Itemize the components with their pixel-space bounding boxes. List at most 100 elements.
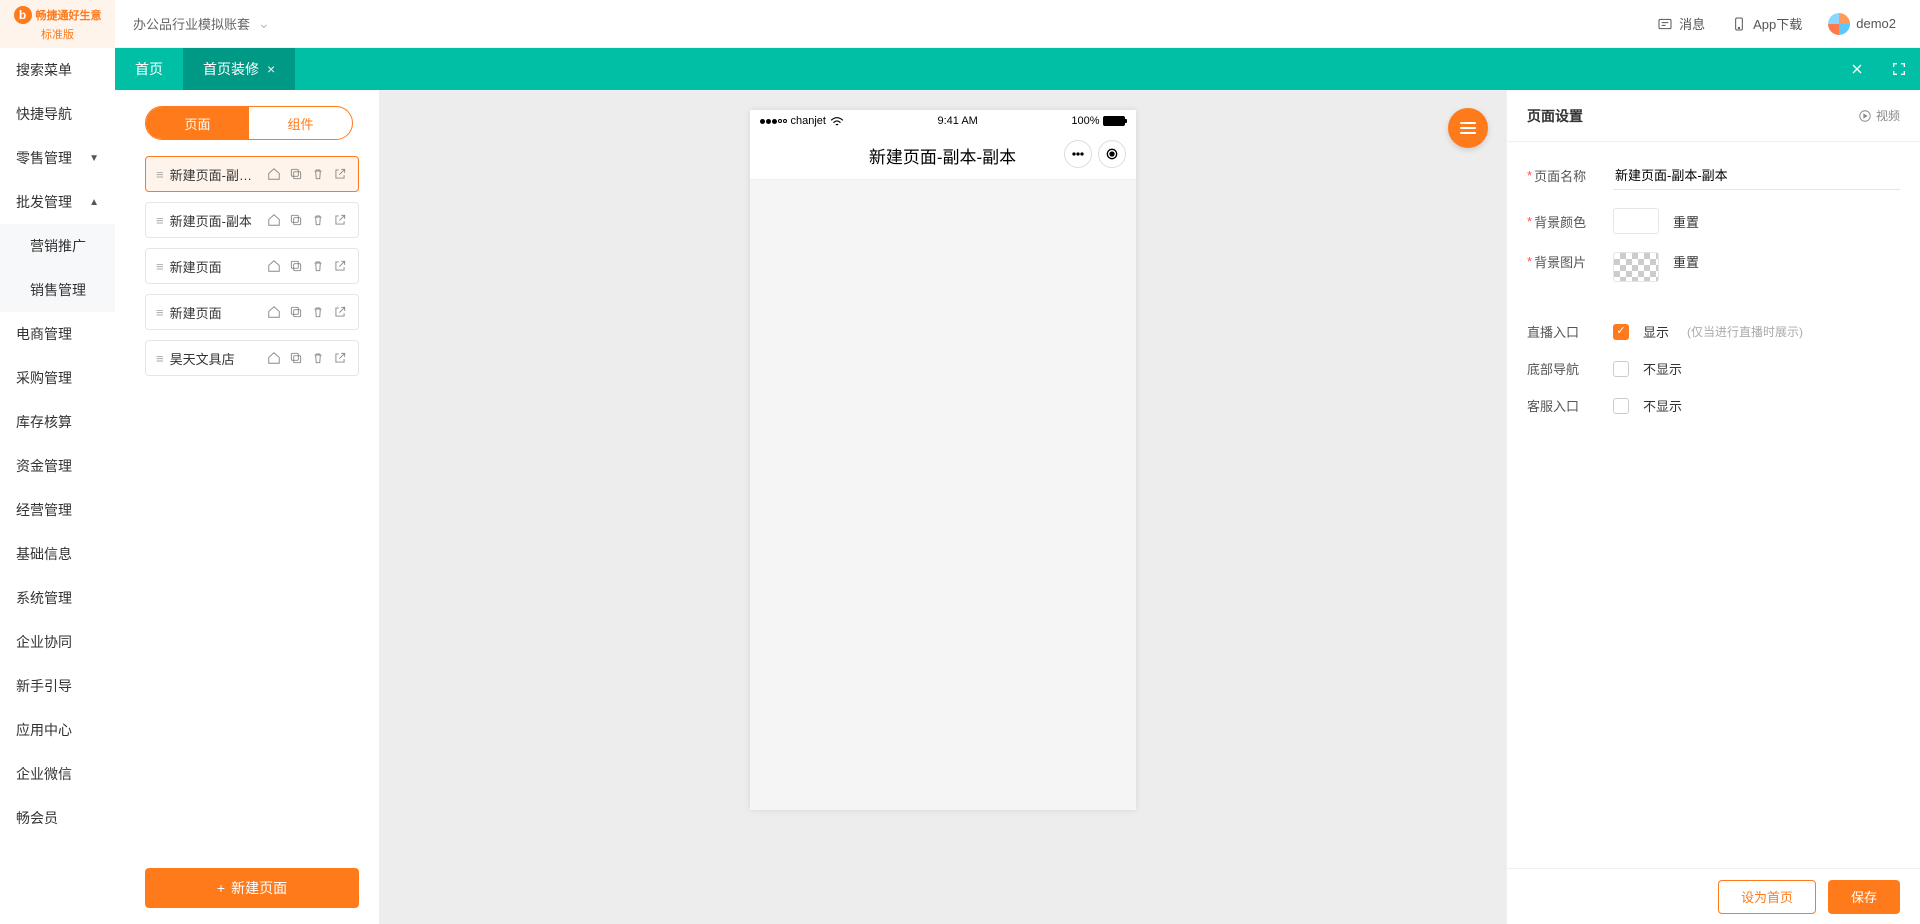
service-cb-label: 不显示 [1643, 396, 1682, 415]
phone-body[interactable] [750, 180, 1136, 810]
tab-home[interactable]: 首页 [115, 48, 183, 90]
sidebar-item-ecommerce[interactable]: 电商管理 [0, 312, 115, 356]
logo-mark: b [14, 6, 32, 24]
delete-icon[interactable] [310, 258, 326, 274]
live-cb-label: 显示 [1643, 322, 1669, 341]
home-icon[interactable] [266, 212, 282, 228]
sidebar-item-quicknav[interactable]: 快捷导航 [0, 92, 115, 136]
page-item[interactable]: ≡ 新建页面-副本 [145, 202, 359, 238]
page-item[interactable]: ≡ 新建页面 [145, 248, 359, 284]
drag-handle-icon[interactable]: ≡ [156, 167, 162, 182]
wifi-icon [830, 116, 844, 127]
app-download-link[interactable]: App下载 [1731, 14, 1802, 33]
field-label-service: 客服入口 [1527, 396, 1599, 415]
page-name-input[interactable] [1613, 160, 1900, 190]
share-icon[interactable] [332, 304, 348, 320]
sidebar-item-collab[interactable]: 企业协同 [0, 620, 115, 664]
video-label: 视频 [1876, 107, 1900, 124]
delete-icon[interactable] [310, 166, 326, 182]
battery-icon [1103, 116, 1125, 126]
floating-menu-button[interactable] [1448, 108, 1488, 148]
sidebar-item-member[interactable]: 畅会员 [0, 796, 115, 840]
sidebar-item-guide[interactable]: 新手引导 [0, 664, 115, 708]
sidebar-item-inventory[interactable]: 库存核算 [0, 400, 115, 444]
segment-component[interactable]: 组件 [249, 107, 352, 139]
copy-icon[interactable] [288, 212, 304, 228]
account-name: 办公品行业模拟账套 [133, 14, 250, 33]
bgcolor-reset[interactable]: 重置 [1673, 212, 1699, 231]
video-link[interactable]: 视频 [1858, 107, 1900, 124]
home-icon[interactable] [266, 258, 282, 274]
segment-page[interactable]: 页面 [146, 107, 249, 139]
close-icon[interactable]: × [267, 61, 275, 77]
home-icon[interactable] [266, 166, 282, 182]
logo-edition: 标准版 [41, 26, 74, 42]
sidebar-item-basic[interactable]: 基础信息 [0, 532, 115, 576]
share-icon[interactable] [332, 166, 348, 182]
sidebar-item-operation[interactable]: 经营管理 [0, 488, 115, 532]
delete-icon[interactable] [310, 304, 326, 320]
copy-icon[interactable] [288, 258, 304, 274]
bgimg-reset[interactable]: 重置 [1673, 252, 1699, 271]
logo[interactable]: b 畅捷通好生意 标准版 [0, 0, 115, 48]
page-item[interactable]: ≡ 新建页面 [145, 294, 359, 330]
copy-icon[interactable] [288, 350, 304, 366]
sidebar-item-wecom[interactable]: 企业微信 [0, 752, 115, 796]
delete-icon[interactable] [310, 212, 326, 228]
sidebar-item-system[interactable]: 系统管理 [0, 576, 115, 620]
sidebar-item-finance[interactable]: 资金管理 [0, 444, 115, 488]
home-icon[interactable] [266, 350, 282, 366]
page-item-name: 新建页面-副本-... [170, 165, 258, 184]
share-icon[interactable] [332, 258, 348, 274]
user-menu[interactable]: demo2 [1828, 13, 1896, 35]
new-page-label: 新建页面 [231, 878, 287, 898]
sidebar-item-purchase[interactable]: 采购管理 [0, 356, 115, 400]
bottomnav-cb-label: 不显示 [1643, 359, 1682, 378]
app-download-label: App下载 [1753, 14, 1802, 33]
new-page-button[interactable]: + 新建页面 [145, 868, 359, 908]
drag-handle-icon[interactable]: ≡ [156, 351, 162, 366]
drag-handle-icon[interactable]: ≡ [156, 259, 162, 274]
sidebar-item-search[interactable]: 搜索菜单 [0, 48, 115, 92]
copy-icon[interactable] [288, 166, 304, 182]
tab-page-design[interactable]: 首页装修 × [183, 48, 295, 90]
plus-icon: + [217, 880, 225, 896]
share-icon[interactable] [332, 350, 348, 366]
drag-handle-icon[interactable]: ≡ [156, 213, 162, 228]
sidebar-item-sales[interactable]: 销售管理 [0, 268, 115, 312]
bgimg-swatch[interactable] [1613, 252, 1659, 282]
bottomnav-checkbox[interactable] [1613, 361, 1629, 377]
canvas: chanjet 9:41 AM 100% 新建页面-副本-副本 [379, 90, 1506, 924]
drag-handle-icon[interactable]: ≡ [156, 305, 162, 320]
carrier-label: chanjet [791, 115, 826, 127]
home-icon[interactable] [266, 304, 282, 320]
messages-link[interactable]: 消息 [1657, 14, 1705, 33]
delete-icon[interactable] [310, 350, 326, 366]
tab-close-button[interactable] [1836, 48, 1878, 90]
sidebar-item-wholesale[interactable]: 批发管理▲ [0, 180, 115, 224]
target-icon[interactable] [1098, 140, 1126, 168]
fullscreen-button[interactable] [1878, 48, 1920, 90]
live-checkbox[interactable] [1613, 324, 1629, 340]
set-home-button[interactable]: 设为首页 [1718, 880, 1816, 914]
live-hint: (仅当进行直播时展示) [1687, 323, 1803, 340]
page-item[interactable]: ≡ 新建页面-副本-... [145, 156, 359, 192]
segment-control: 页面 组件 [145, 106, 353, 140]
sidebar-item-retail[interactable]: 零售管理▼ [0, 136, 115, 180]
sidebar-item-marketing[interactable]: 营销推广 [0, 224, 115, 268]
service-checkbox[interactable] [1613, 398, 1629, 414]
save-button[interactable]: 保存 [1828, 880, 1900, 914]
account-selector[interactable]: 办公品行业模拟账套 ⌄ [133, 14, 270, 33]
share-icon[interactable] [332, 212, 348, 228]
sidebar-item-appcenter[interactable]: 应用中心 [0, 708, 115, 752]
page-item[interactable]: ≡ 昊天文具店 [145, 340, 359, 376]
phone-header: 新建页面-副本-副本 [750, 132, 1136, 180]
bgcolor-swatch[interactable] [1613, 208, 1659, 234]
copy-icon[interactable] [288, 304, 304, 320]
sidebar: 搜索菜单 快捷导航 零售管理▼ 批发管理▲ 营销推广 销售管理 电商管理 采购管… [0, 48, 115, 924]
more-icon[interactable] [1064, 140, 1092, 168]
settings-title: 页面设置 [1527, 106, 1583, 126]
avatar [1828, 13, 1850, 35]
field-label-live: 直播入口 [1527, 322, 1599, 341]
user-name: demo2 [1856, 16, 1896, 31]
